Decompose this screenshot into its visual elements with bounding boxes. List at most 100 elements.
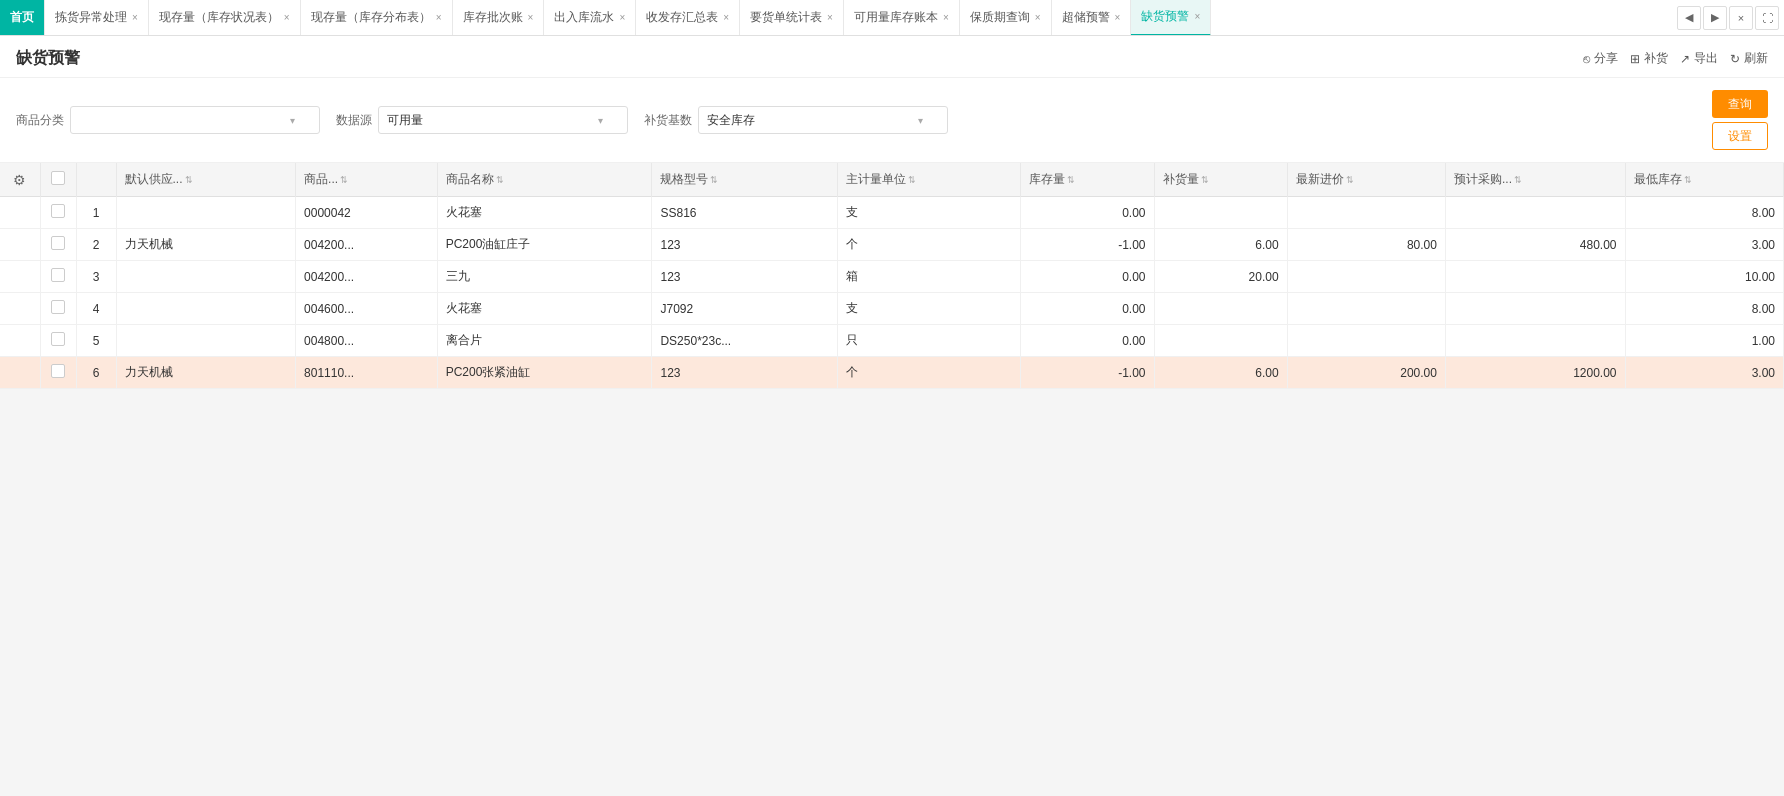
- row-settings-cell: [0, 261, 40, 293]
- col-product-name[interactable]: 商品名称⇅: [437, 163, 652, 197]
- row-index: 4: [76, 293, 116, 325]
- close-icon[interactable]: ×: [1115, 12, 1121, 23]
- row-checkbox[interactable]: [51, 204, 65, 218]
- row-replenish: 6.00: [1154, 357, 1287, 389]
- datasource-filter-group: 数据源 可用量 ▾: [336, 106, 628, 134]
- close-icon[interactable]: ×: [284, 12, 290, 23]
- tab-picking-exception[interactable]: 拣货异常处理 ×: [45, 0, 149, 36]
- tab-available-ledger[interactable]: 可用量库存账本 ×: [844, 0, 960, 36]
- row-product-code: 004800...: [296, 325, 438, 357]
- col-estimated-purchase[interactable]: 预计采购...⇅: [1445, 163, 1625, 197]
- table-row: 1 0000042 火花塞 SS816 支 0.00 8.00: [0, 197, 1784, 229]
- datasource-label: 数据源: [336, 112, 372, 129]
- col-stock[interactable]: 库存量⇅: [1021, 163, 1154, 197]
- export-button[interactable]: ↗ 导出: [1680, 50, 1718, 67]
- close-icon[interactable]: ×: [723, 12, 729, 23]
- row-checkbox[interactable]: [51, 236, 65, 250]
- row-min-stock: 1.00: [1625, 325, 1783, 357]
- close-icon[interactable]: ×: [436, 12, 442, 23]
- col-spec[interactable]: 规格型号⇅: [652, 163, 837, 197]
- tab-receive-summary[interactable]: 收发存汇总表 ×: [636, 0, 740, 36]
- row-supplier: [116, 293, 296, 325]
- nav-next-button[interactable]: ▶: [1703, 6, 1727, 30]
- nav-close-button[interactable]: ×: [1729, 6, 1753, 30]
- row-unit: 只: [837, 325, 1021, 357]
- datasource-select[interactable]: 可用量 ▾: [378, 106, 628, 134]
- row-estimated-purchase: 1200.00: [1445, 357, 1625, 389]
- category-select[interactable]: ▾: [70, 106, 320, 134]
- close-icon[interactable]: ×: [1194, 11, 1200, 22]
- row-unit: 支: [837, 293, 1021, 325]
- row-product-code: 0000042: [296, 197, 438, 229]
- page-title: 缺货预警: [16, 48, 80, 69]
- col-replenish[interactable]: 补货量⇅: [1154, 163, 1287, 197]
- table-container: ⚙ 默认供应...⇅ 商品...⇅ 商品名称⇅: [0, 163, 1784, 389]
- tab-inout-flow[interactable]: 出入库流水 ×: [544, 0, 636, 36]
- row-spec: 123: [652, 261, 837, 293]
- data-table: ⚙ 默认供应...⇅ 商品...⇅ 商品名称⇅: [0, 163, 1784, 389]
- nav-fullscreen-button[interactable]: ⛶: [1755, 6, 1779, 30]
- col-settings[interactable]: ⚙: [0, 163, 40, 197]
- row-checkbox[interactable]: [51, 332, 65, 346]
- row-spec: SS816: [652, 197, 837, 229]
- tab-inventory-status[interactable]: 现存量（库存状况表） ×: [149, 0, 301, 36]
- settings-button[interactable]: 设置: [1712, 122, 1768, 150]
- chevron-down-icon: ▾: [598, 115, 603, 126]
- row-product-code: 004600...: [296, 293, 438, 325]
- nav-controls: ◀ ▶ × ⛶: [1672, 6, 1784, 30]
- row-latest-price: [1287, 261, 1445, 293]
- row-index: 3: [76, 261, 116, 293]
- row-checkbox[interactable]: [51, 300, 65, 314]
- row-replenish: 20.00: [1154, 261, 1287, 293]
- close-icon[interactable]: ×: [827, 12, 833, 23]
- query-button[interactable]: 查询: [1712, 90, 1768, 118]
- gear-icon[interactable]: ⚙: [13, 172, 26, 188]
- chevron-down-icon: ▾: [918, 115, 923, 126]
- close-icon[interactable]: ×: [1035, 12, 1041, 23]
- close-icon[interactable]: ×: [132, 12, 138, 23]
- row-replenish: 6.00: [1154, 229, 1287, 261]
- col-index: [76, 163, 116, 197]
- row-settings-cell: [0, 357, 40, 389]
- row-checkbox[interactable]: [51, 268, 65, 282]
- col-product-code[interactable]: 商品...⇅: [296, 163, 438, 197]
- row-unit: 箱: [837, 261, 1021, 293]
- row-stock: -1.00: [1021, 229, 1154, 261]
- row-spec: DS250*23c...: [652, 325, 837, 357]
- row-checkbox-cell: [40, 261, 76, 293]
- replenish-button[interactable]: ⊞ 补货: [1630, 50, 1668, 67]
- close-icon[interactable]: ×: [619, 12, 625, 23]
- tab-overstock-warning[interactable]: 超储预警 ×: [1052, 0, 1132, 36]
- close-icon[interactable]: ×: [528, 12, 534, 23]
- select-all-checkbox[interactable]: [51, 171, 65, 185]
- refresh-icon: ↻: [1730, 52, 1740, 66]
- close-icon[interactable]: ×: [943, 12, 949, 23]
- row-supplier: [116, 261, 296, 293]
- col-min-stock[interactable]: 最低库存⇅: [1625, 163, 1783, 197]
- col-default-supplier[interactable]: 默认供应...⇅: [116, 163, 296, 197]
- table-row: 3 004200... 三九 123 箱 0.00 20.00 10.00: [0, 261, 1784, 293]
- tab-expiry-query[interactable]: 保质期查询 ×: [960, 0, 1052, 36]
- row-supplier: [116, 325, 296, 357]
- tab-demand-stats[interactable]: 要货单统计表 ×: [740, 0, 844, 36]
- refresh-button[interactable]: ↻ 刷新: [1730, 50, 1768, 67]
- row-settings-cell: [0, 197, 40, 229]
- col-latest-price[interactable]: 最新进价⇅: [1287, 163, 1445, 197]
- row-checkbox-cell: [40, 357, 76, 389]
- table-header-row: ⚙ 默认供应...⇅ 商品...⇅ 商品名称⇅: [0, 163, 1784, 197]
- row-unit: 个: [837, 357, 1021, 389]
- tab-home[interactable]: 首页: [0, 0, 45, 36]
- tab-inventory-distribution[interactable]: 现存量（库存分布表） ×: [301, 0, 453, 36]
- share-button[interactable]: ⎋ 分享: [1583, 50, 1618, 67]
- tab-batch-account[interactable]: 库存批次账 ×: [453, 0, 545, 36]
- row-index: 2: [76, 229, 116, 261]
- replenish-base-select[interactable]: 安全库存 ▾: [698, 106, 948, 134]
- row-product-name: PC200油缸庄子: [437, 229, 652, 261]
- row-min-stock: 3.00: [1625, 229, 1783, 261]
- row-checkbox[interactable]: [51, 364, 65, 378]
- nav-prev-button[interactable]: ◀: [1677, 6, 1701, 30]
- row-latest-price: 80.00: [1287, 229, 1445, 261]
- tab-shortage-warning[interactable]: 缺货预警 ×: [1131, 0, 1211, 36]
- col-unit[interactable]: 主计量单位⇅: [837, 163, 1021, 197]
- table-row: 5 004800... 离合片 DS250*23c... 只 0.00 1.00: [0, 325, 1784, 357]
